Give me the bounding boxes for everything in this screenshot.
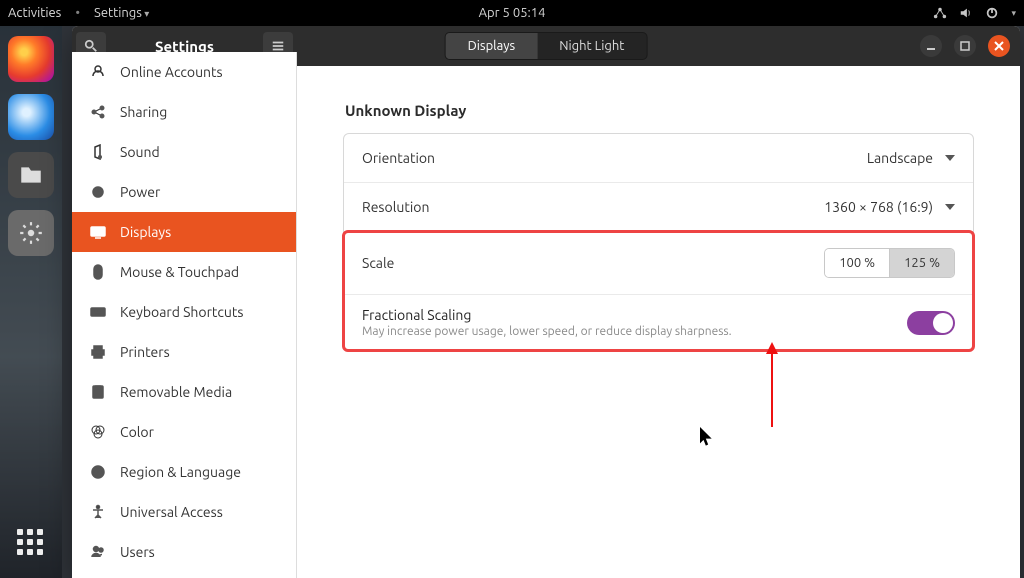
minimize-button[interactable]	[920, 35, 942, 57]
sidebar-item-label: Sound	[120, 144, 160, 160]
status-area[interactable]: ▾	[933, 6, 1016, 20]
region-icon	[90, 464, 106, 480]
tab-night-light[interactable]: Night Light	[537, 33, 646, 59]
scale-row: Scale 100 % 125 %	[344, 232, 973, 295]
scale-option-125[interactable]: 125 %	[889, 249, 954, 277]
sidebar-item-label: Displays	[120, 224, 171, 240]
fractional-scaling-toggle[interactable]	[907, 311, 955, 335]
sidebar-item-color[interactable]: Color	[72, 412, 296, 452]
volume-icon	[959, 6, 973, 20]
sidebar-item-label: Printers	[120, 344, 170, 360]
sidebar-item-printers[interactable]: Printers	[72, 332, 296, 372]
power-icon	[985, 6, 999, 20]
fractional-title: Fractional Scaling	[362, 307, 907, 323]
dock	[0, 26, 62, 578]
sidebar-item-label: Users	[120, 544, 155, 560]
sidebar-item-label: Removable Media	[120, 384, 232, 400]
sidebar-item-label: Universal Access	[120, 504, 223, 520]
dock-app-firefox[interactable]	[8, 36, 54, 82]
activities-button[interactable]: Activities	[8, 6, 61, 20]
sidebar-item-label: Region & Language	[120, 464, 241, 480]
sidebar-item-keyboard[interactable]: Keyboard Shortcuts	[72, 292, 296, 332]
sidebar-item-label: Online Accounts	[120, 64, 223, 80]
sidebar-item-sound[interactable]: Sound	[72, 132, 296, 172]
chevron-down-icon	[945, 155, 955, 161]
printers-icon	[90, 344, 106, 360]
dock-app-files[interactable]	[8, 152, 54, 198]
sidebar-item-displays[interactable]: Displays	[72, 212, 296, 252]
clock[interactable]: Apr 5 05:14	[479, 6, 546, 20]
sidebar-item-power[interactable]: Power	[72, 172, 296, 212]
settings-window: Settings Displays Night Light Online Acc…	[72, 26, 1020, 578]
displays-pane: Unknown Display Orientation Landscape Re…	[297, 66, 1020, 578]
users-icon	[90, 544, 106, 560]
sidebar-item-mouse[interactable]: Mouse & Touchpad	[72, 252, 296, 292]
sidebar-item-label: Power	[120, 184, 160, 200]
sound-icon	[90, 144, 106, 160]
dock-app-thunderbird[interactable]	[8, 94, 54, 140]
scale-segmented: 100 % 125 %	[824, 248, 955, 278]
display-panel: Orientation Landscape Resolution 1360 × …	[343, 133, 974, 351]
resolution-label: Resolution	[362, 199, 429, 215]
sidebar-item-removable[interactable]: Removable Media	[72, 372, 296, 412]
settings-sidebar: Online Accounts Sharing Sound Power Displays…	[72, 52, 297, 578]
sidebar-item-label: Mouse & Touchpad	[120, 264, 239, 280]
dock-app-settings[interactable]	[8, 210, 54, 256]
network-icon	[933, 6, 947, 20]
mouse-icon	[90, 264, 106, 280]
menu-icon	[271, 39, 285, 53]
fractional-desc: May increase power usage, lower speed, o…	[362, 325, 907, 338]
universal-icon	[90, 504, 106, 520]
sidebar-item-label: Keyboard Shortcuts	[120, 304, 243, 320]
maximize-button[interactable]	[954, 35, 976, 57]
sidebar-item-online-accounts[interactable]: Online Accounts	[72, 52, 296, 92]
search-icon	[84, 39, 98, 53]
sidebar-item-label: Sharing	[120, 104, 167, 120]
resolution-value: 1360 × 768 (16:9)	[824, 199, 933, 215]
color-icon	[90, 424, 106, 440]
display-header: Unknown Display	[345, 102, 974, 119]
view-switcher: Displays Night Light	[445, 32, 648, 60]
tab-displays[interactable]: Displays	[446, 33, 538, 59]
gnome-topbar: Activities • Settings Apr 5 05:14 ▾	[0, 0, 1024, 26]
scale-label: Scale	[362, 255, 394, 271]
displays-icon	[90, 224, 106, 240]
sidebar-item-sharing[interactable]: Sharing	[72, 92, 296, 132]
online-accounts-icon	[90, 64, 106, 80]
sidebar-item-region[interactable]: Region & Language	[72, 452, 296, 492]
power-icon	[90, 184, 106, 200]
removable-icon	[90, 384, 106, 400]
fractional-scaling-row: Fractional Scaling May increase power us…	[344, 295, 973, 350]
sidebar-item-universal[interactable]: Universal Access	[72, 492, 296, 532]
scale-option-100[interactable]: 100 %	[825, 249, 889, 277]
resolution-row[interactable]: Resolution 1360 × 768 (16:9)	[344, 183, 973, 232]
orientation-value: Landscape	[867, 150, 933, 166]
chevron-down-icon	[945, 204, 955, 210]
orientation-label: Orientation	[362, 150, 435, 166]
sidebar-item-users[interactable]: Users	[72, 532, 296, 572]
app-grid-button[interactable]	[12, 524, 50, 562]
close-button[interactable]	[988, 35, 1010, 57]
app-menu[interactable]: Settings	[94, 6, 149, 20]
sharing-icon	[90, 104, 106, 120]
keyboard-icon	[90, 304, 106, 320]
sidebar-item-label: Color	[120, 424, 154, 440]
orientation-row[interactable]: Orientation Landscape	[344, 134, 973, 183]
